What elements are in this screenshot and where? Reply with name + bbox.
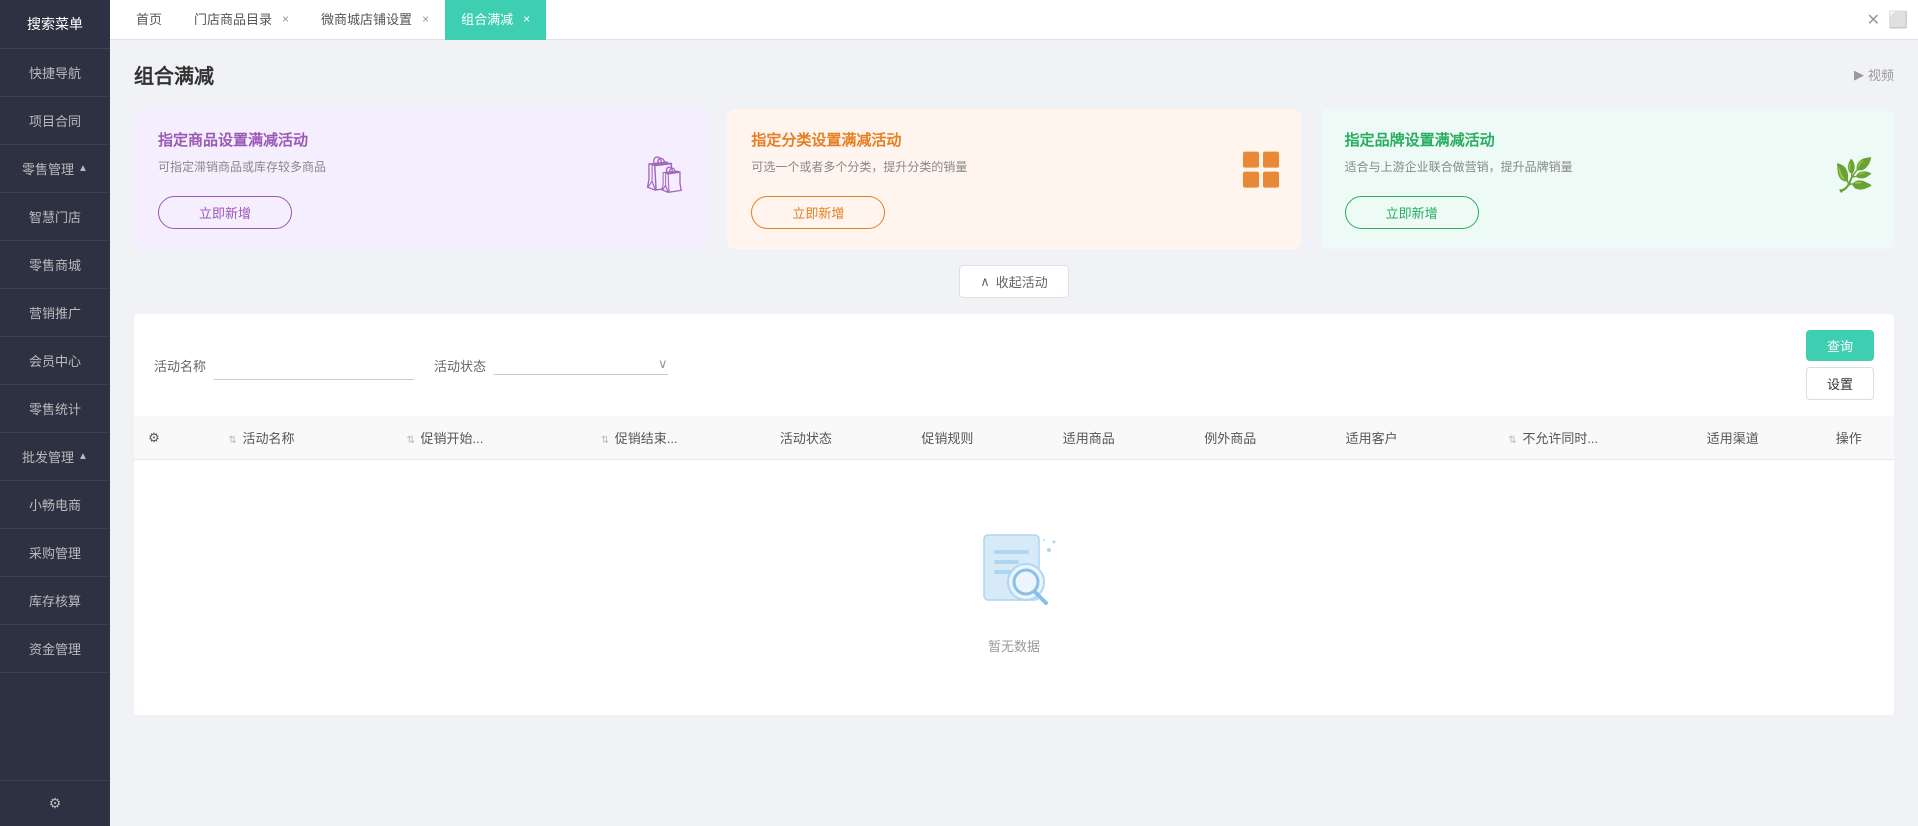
- filter-and-table: 活动名称 活动状态 ∨ 查询 设置: [134, 314, 1894, 715]
- tab-close-combo-discount[interactable]: ×: [523, 12, 530, 26]
- activity-status-select-wrapper: ∨: [494, 356, 668, 375]
- table-col-applicable-goods: 适用商品: [1018, 416, 1159, 460]
- filter-activity-status: 活动状态 ∨: [434, 356, 668, 375]
- promo-card-product: 指定商品设置满减活动 可指定滞销商品或库存较多商品 🛍 立即新增: [134, 109, 707, 249]
- sidebar-settings[interactable]: ⚙: [0, 780, 110, 826]
- table-col-activity-status: 活动状态: [735, 416, 876, 460]
- tab-mini-store-settings[interactable]: 微商城店铺设置 ×: [305, 0, 445, 40]
- sidebar: 搜索菜单 快捷导航 项目合同 零售管理 ▲ 智慧门店 零售商城 营销推广 会员中…: [0, 0, 110, 826]
- table-col-applicable-channel: 适用渠道: [1662, 416, 1803, 460]
- window-controls: ✕ ⬜: [1867, 10, 1908, 30]
- sidebar-item-retail-mall[interactable]: 零售商城: [0, 241, 110, 289]
- sort-icon-left: ⇅: [601, 435, 609, 446]
- page-header: 组合满减 ▶ 视频: [134, 60, 1894, 89]
- sidebar-item-retail-stats[interactable]: 零售统计: [0, 385, 110, 433]
- maximize-window-icon[interactable]: ⬜: [1888, 10, 1908, 30]
- empty-text: 暂无数据: [154, 636, 1874, 655]
- table-col-operations: 操作: [1804, 416, 1894, 460]
- table-body: 暂无数据: [134, 460, 1894, 716]
- close-window-icon[interactable]: ✕: [1867, 10, 1880, 30]
- filter-bar: 活动名称 活动状态 ∨ 查询 设置: [134, 314, 1894, 416]
- promo-card-category: 指定分类设置满减活动 可选一个或者多个分类，提升分类的销量 立即新增: [727, 109, 1300, 249]
- collapse-bar: ∧ 收起活动: [134, 265, 1894, 298]
- table-col-promo-end[interactable]: ⇅ 促销结束...: [541, 416, 735, 460]
- table-col-promo-start[interactable]: ⇅ 促销开始...: [347, 416, 541, 460]
- sidebar-item-marketing[interactable]: 营销推广: [0, 289, 110, 337]
- add-category-promo-button[interactable]: 立即新增: [751, 196, 885, 229]
- category-icon: [1241, 150, 1281, 199]
- sort-icon-left: ⇅: [228, 435, 236, 446]
- tab-close-product-catalog[interactable]: ×: [282, 12, 289, 26]
- promo-card-category-title: 指定分类设置满减活动: [751, 129, 1276, 150]
- sidebar-search[interactable]: 搜索菜单: [0, 0, 110, 49]
- promo-card-product-desc: 可指定滞销商品或库存较多商品: [158, 158, 683, 180]
- tabs-bar: 首页 门店商品目录 × 微商城店铺设置 × 组合满减 × ✕ ⬜: [110, 0, 1918, 40]
- sidebar-item-project-contract[interactable]: 项目合同: [0, 97, 110, 145]
- data-table: ⚙ ⇅ 活动名称 ⇅ 促销开始... ⇅ 促销结束...: [134, 416, 1894, 715]
- empty-state: 暂无数据: [134, 460, 1894, 715]
- sidebar-item-wholesale-mgmt[interactable]: 批发管理 ▲: [0, 433, 110, 481]
- sort-icon-left: ⇅: [407, 435, 415, 446]
- promo-card-brand: 指定品牌设置满减活动 适合与上游企业联合做营销，提升品牌销量 🌿 立即新增: [1321, 109, 1894, 249]
- dropdown-arrow-icon: ∨: [658, 356, 668, 372]
- table-header: ⚙ ⇅ 活动名称 ⇅ 促销开始... ⇅ 促销结束...: [134, 416, 1894, 460]
- collapse-icon: ∧: [980, 274, 990, 290]
- tab-product-catalog[interactable]: 门店商品目录 ×: [178, 0, 305, 40]
- page-content: 组合满减 ▶ 视频 指定商品设置满减活动 可指定滞销商品或库存较多商品 🛍 立即…: [110, 40, 1918, 826]
- expand-arrow-icon: ▲: [78, 451, 88, 462]
- sidebar-item-quick-nav[interactable]: 快捷导航: [0, 49, 110, 97]
- bag-icon: 🛍: [642, 154, 688, 196]
- collapse-button[interactable]: ∧ 收起活动: [959, 265, 1069, 298]
- activity-name-label: 活动名称: [154, 356, 206, 375]
- leaf-icon: 🌿: [1834, 156, 1874, 194]
- activity-status-label: 活动状态: [434, 356, 486, 375]
- table-col-activity-name[interactable]: ⇅ 活动名称: [174, 416, 347, 460]
- sidebar-item-membership[interactable]: 会员中心: [0, 337, 110, 385]
- video-link[interactable]: ▶ 视频: [1854, 65, 1894, 84]
- tab-home[interactable]: 首页: [120, 0, 178, 40]
- main-content: 首页 门店商品目录 × 微商城店铺设置 × 组合满减 × ✕ ⬜ 组合满减 ▶ …: [110, 0, 1918, 826]
- table-col-not-allow-concurrent[interactable]: ⇅ 不允许同时...: [1442, 416, 1662, 460]
- promo-card-brand-desc: 适合与上游企业联合做营销，提升品牌销量: [1345, 158, 1870, 180]
- table-col-promo-rule: 促销规则: [877, 416, 1018, 460]
- setting-button[interactable]: 设置: [1806, 367, 1874, 400]
- table-col-settings[interactable]: ⚙: [134, 416, 174, 460]
- sidebar-item-small-ecom[interactable]: 小畅电商: [0, 481, 110, 529]
- gear-icon: ⚙: [49, 795, 62, 811]
- sidebar-item-retail-mgmt[interactable]: 零售管理 ▲: [0, 145, 110, 193]
- query-button[interactable]: 查询: [1806, 330, 1874, 361]
- table-gear-icon: ⚙: [148, 430, 160, 445]
- promo-cards-row: 指定商品设置满减活动 可指定滞销商品或库存较多商品 🛍 立即新增 指定分类设置满…: [134, 109, 1894, 249]
- filter-actions: 查询 设置: [1806, 330, 1874, 400]
- empty-illustration: [964, 520, 1064, 620]
- promo-card-brand-title: 指定品牌设置满减活动: [1345, 129, 1870, 150]
- page-title: 组合满减: [134, 60, 214, 89]
- sidebar-item-inventory[interactable]: 库存核算: [0, 577, 110, 625]
- sidebar-item-finance[interactable]: 资金管理: [0, 625, 110, 673]
- promo-card-product-title: 指定商品设置满减活动: [158, 129, 683, 150]
- tab-close-mini-store[interactable]: ×: [422, 12, 429, 26]
- add-brand-promo-button[interactable]: 立即新增: [1345, 196, 1479, 229]
- sort-icon-left: ⇅: [1508, 435, 1516, 446]
- promo-card-category-desc: 可选一个或者多个分类，提升分类的销量: [751, 158, 1276, 180]
- tab-combo-discount[interactable]: 组合满减 ×: [445, 0, 546, 40]
- sidebar-item-purchase-mgmt[interactable]: 采购管理: [0, 529, 110, 577]
- filter-activity-name: 活动名称: [154, 350, 414, 380]
- add-product-promo-button[interactable]: 立即新增: [158, 196, 292, 229]
- sidebar-item-smart-store[interactable]: 智慧门店: [0, 193, 110, 241]
- expand-arrow-icon: ▲: [78, 163, 88, 174]
- table-col-exception-goods: 例外商品: [1160, 416, 1301, 460]
- activity-name-input[interactable]: [214, 350, 414, 380]
- play-icon: ▶: [1854, 67, 1864, 83]
- table-col-applicable-customer: 适用客户: [1301, 416, 1442, 460]
